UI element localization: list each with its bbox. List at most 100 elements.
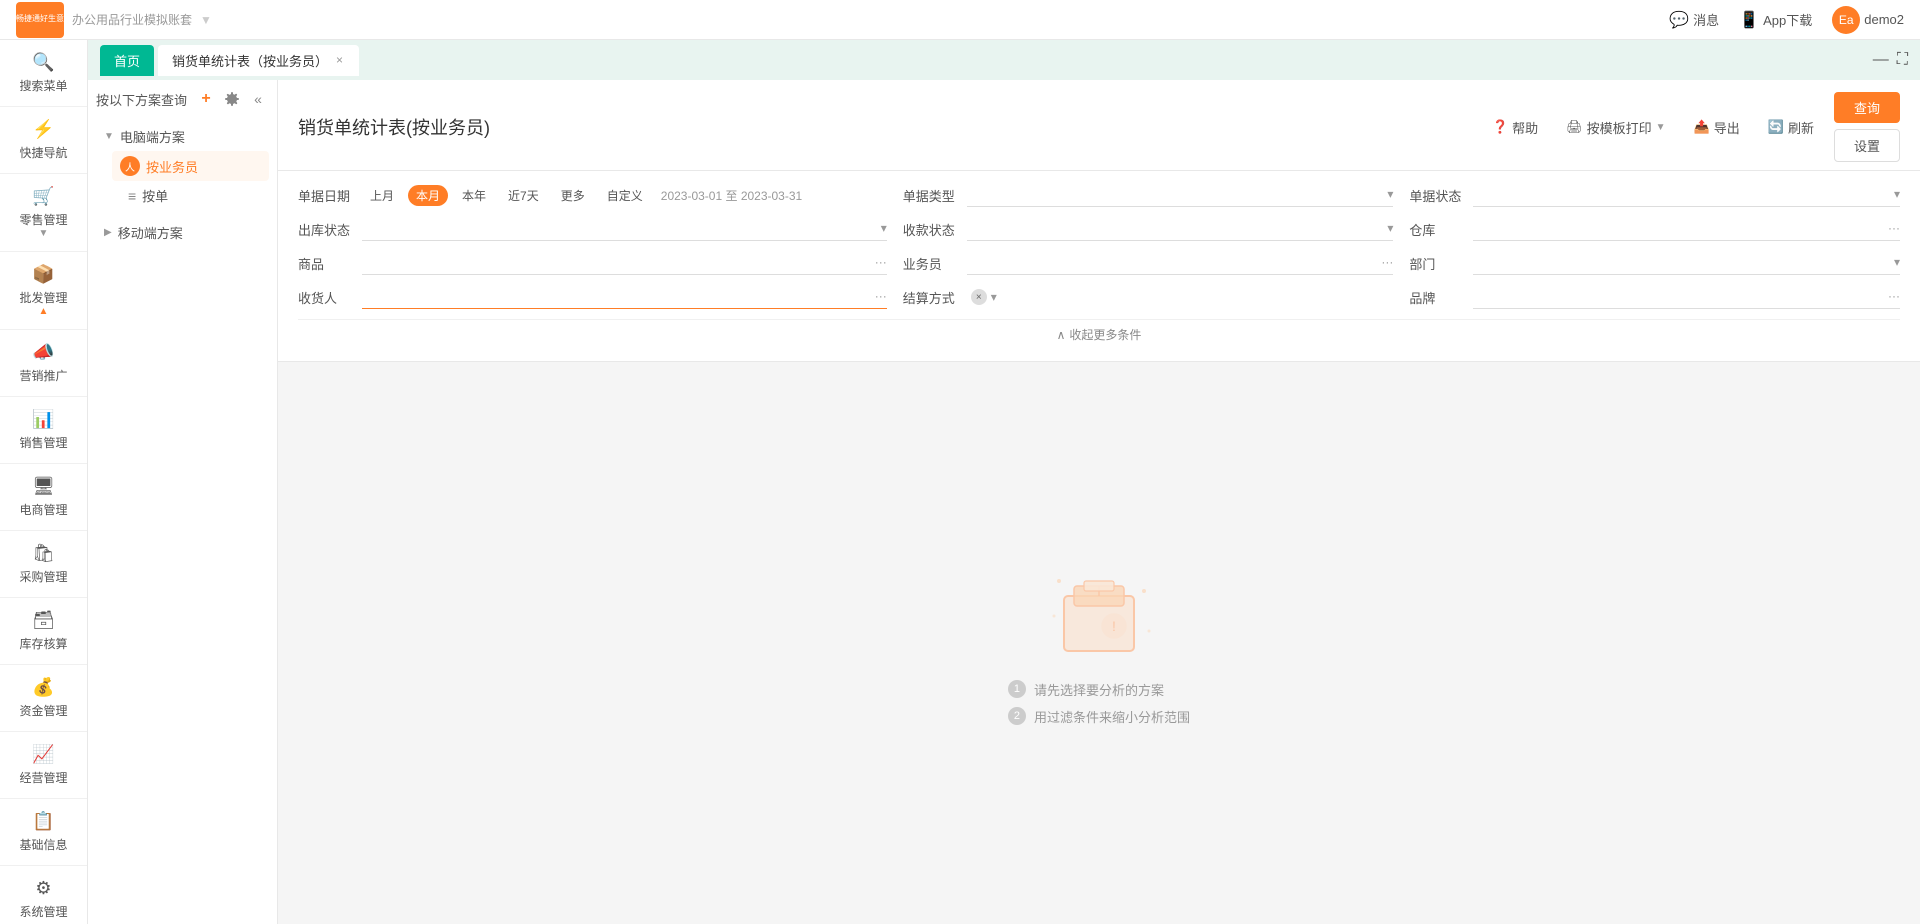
export-button[interactable]: 📤 导出 xyxy=(1686,114,1748,141)
date-btn-7days[interactable]: 近7天 xyxy=(500,185,547,206)
settings-button[interactable]: 设置 xyxy=(1834,129,1900,162)
receipt-status-chevron[interactable]: ▾ xyxy=(1387,221,1393,235)
refresh-label: 刷新 xyxy=(1788,118,1814,137)
tree-desktop-header[interactable]: ▼ 电脑端方案 xyxy=(96,122,269,151)
sidebar-label-search: 搜索菜单 xyxy=(19,77,67,94)
doc-type-input[interactable] xyxy=(967,183,1394,207)
subtitle-expand-icon[interactable]: ▼ xyxy=(200,13,212,27)
lp-settings-button[interactable] xyxy=(221,88,243,110)
print-expand-icon: ▼ xyxy=(1656,122,1666,133)
sidebar-item-basic[interactable]: 📋 基础信息 xyxy=(0,799,87,866)
retail-expand: ▼ xyxy=(39,228,49,239)
sales-icon: 📊 xyxy=(32,409,54,430)
finance-icon: 💰 xyxy=(32,677,54,698)
page-title: 销货单统计表(按业务员) xyxy=(298,114,490,140)
tree-leaf-order[interactable]: ≡ 按单 xyxy=(112,181,269,210)
salesperson-dots[interactable]: ··· xyxy=(1381,255,1393,269)
brand-input[interactable] xyxy=(1473,285,1900,309)
payment-clear-button[interactable]: × xyxy=(971,289,987,305)
sidebar-item-quicknav[interactable]: ⚡ 快捷导航 xyxy=(0,107,87,174)
sidebar-item-search[interactable]: 🔍 搜索菜单 xyxy=(0,40,87,107)
filter-receiver-label: 收货人 xyxy=(298,288,354,307)
brand-dots[interactable]: ··· xyxy=(1888,289,1900,303)
user-profile[interactable]: Ea demo2 xyxy=(1832,6,1904,34)
tree-leaf-salesperson[interactable]: 人 按业务员 xyxy=(112,151,269,181)
date-btn-thismonth[interactable]: 本月 xyxy=(408,185,448,206)
inventory-icon: 🗃 xyxy=(32,610,55,631)
department-input[interactable] xyxy=(1473,251,1900,275)
sidebar-label-ecommerce: 电商管理 xyxy=(19,501,67,518)
goods-input[interactable] xyxy=(362,251,887,275)
date-btn-custom[interactable]: 自定义 xyxy=(599,185,651,206)
filter-row-3: 商品 ··· 业务员 ··· xyxy=(298,251,1900,275)
app-subtitle: 办公用品行业模拟账套 xyxy=(72,11,192,28)
warehouse-dots[interactable]: ··· xyxy=(1888,221,1900,235)
sidebar-item-inventory[interactable]: 🗃 库存核算 xyxy=(0,598,87,665)
tab-home[interactable]: 首页 xyxy=(100,45,154,76)
tip-num-1: 1 xyxy=(1008,680,1026,698)
salesperson-input[interactable] xyxy=(967,251,1394,275)
leaf-order-icon: ≡ xyxy=(128,188,136,204)
tab-maximize-icon[interactable]: ⛶ xyxy=(1897,51,1908,69)
svg-text:!: ! xyxy=(1112,618,1116,634)
app-download-button[interactable]: 📱 App下载 xyxy=(1739,10,1812,30)
sidebar-item-marketing[interactable]: 📣 营销推广 xyxy=(0,330,87,397)
doc-status-input[interactable] xyxy=(1473,183,1900,207)
receipt-status-input[interactable] xyxy=(967,217,1394,241)
tab-close-button[interactable]: × xyxy=(334,51,345,69)
sidebar-item-system[interactable]: ⚙ 系统管理 xyxy=(0,866,87,924)
department-chevron[interactable]: ▾ xyxy=(1894,255,1900,269)
left-panel-title: 按以下方案查询 xyxy=(96,90,187,109)
refresh-button[interactable]: 🔄 刷新 xyxy=(1760,114,1822,141)
filter-department-label: 部门 xyxy=(1409,254,1465,273)
sidebar-item-wholesale[interactable]: 📦 批发管理 ▲ xyxy=(0,252,87,330)
out-status-input[interactable] xyxy=(362,217,887,241)
sidebar-item-retail[interactable]: 🛒 零售管理 ▼ xyxy=(0,174,87,252)
print-button[interactable]: 🖨 按模板打印 ▼ xyxy=(1558,114,1673,141)
lp-collapse-button[interactable]: « xyxy=(247,88,269,110)
date-btn-more[interactable]: 更多 xyxy=(553,185,593,206)
help-button[interactable]: ❓ 帮助 xyxy=(1484,114,1546,141)
app-download-label: App下载 xyxy=(1763,10,1812,29)
help-icon: ❓ xyxy=(1492,119,1508,135)
collapse-button[interactable]: ∧ 收起更多条件 xyxy=(298,319,1900,349)
page-header: 销货单统计表(按业务员) ❓ 帮助 🖨 按模板打印 ▼ xyxy=(278,80,1920,171)
doc-type-chevron[interactable]: ▾ xyxy=(1387,187,1393,201)
sidebar-item-ecommerce[interactable]: 🖥 电商管理 xyxy=(0,464,87,531)
receiver-dots[interactable]: ··· xyxy=(875,289,887,303)
filter-receipt-status-label: 收款状态 xyxy=(903,220,959,239)
collapse-label: 收起更多条件 xyxy=(1069,326,1141,343)
sidebar-item-operations[interactable]: 📈 经营管理 xyxy=(0,732,87,799)
filter-out-status-label: 出库状态 xyxy=(298,220,354,239)
tab-salesperson-stats[interactable]: 销货单统计表（按业务员） × xyxy=(158,45,359,76)
tab-minimize-icon[interactable]: — xyxy=(1873,51,1889,69)
goods-dots[interactable]: ··· xyxy=(875,255,887,269)
marketing-icon: 📣 xyxy=(32,342,54,363)
print-label: 按模板打印 xyxy=(1587,118,1652,137)
payment-chevron[interactable]: ▾ xyxy=(991,290,997,304)
doc-status-chevron[interactable]: ▾ xyxy=(1894,187,1900,201)
collapse-icon: ∧ xyxy=(1057,328,1066,342)
active-tab-label: 销货单统计表（按业务员） xyxy=(172,51,328,70)
top-bar-left: 畅捷通好生意 办公用品行业模拟账套 ▼ xyxy=(16,2,212,38)
wholesale-icon: 📦 xyxy=(32,264,54,285)
filter-out-status: 出库状态 ▾ xyxy=(298,217,887,241)
sidebar-item-purchase[interactable]: 🛍 采购管理 xyxy=(0,531,87,598)
lp-add-button[interactable]: + xyxy=(195,88,217,110)
filter-salesperson-label: 业务员 xyxy=(903,254,959,273)
out-status-chevron[interactable]: ▾ xyxy=(881,221,887,235)
receiver-input[interactable] xyxy=(362,285,887,309)
query-button[interactable]: 查询 xyxy=(1834,92,1900,123)
sidebar-item-finance[interactable]: 💰 资金管理 xyxy=(0,665,87,732)
filter-department-control: ▾ xyxy=(1473,251,1900,275)
avatar: Ea xyxy=(1832,6,1860,34)
date-btn-thisyear[interactable]: 本年 xyxy=(454,185,494,206)
avatar-text: Ea xyxy=(1839,13,1854,27)
warehouse-input[interactable] xyxy=(1473,217,1900,241)
tree-mobile-header[interactable]: ▶ 移动端方案 xyxy=(96,218,269,247)
date-btn-lastmonth[interactable]: 上月 xyxy=(362,185,402,206)
message-button[interactable]: 💬 消息 xyxy=(1669,10,1719,30)
tip-text-2: 用过滤条件来缩小分析范围 xyxy=(1034,707,1190,726)
filter-goods-control: ··· xyxy=(362,251,887,275)
sidebar-item-sales[interactable]: 📊 销售管理 xyxy=(0,397,87,464)
